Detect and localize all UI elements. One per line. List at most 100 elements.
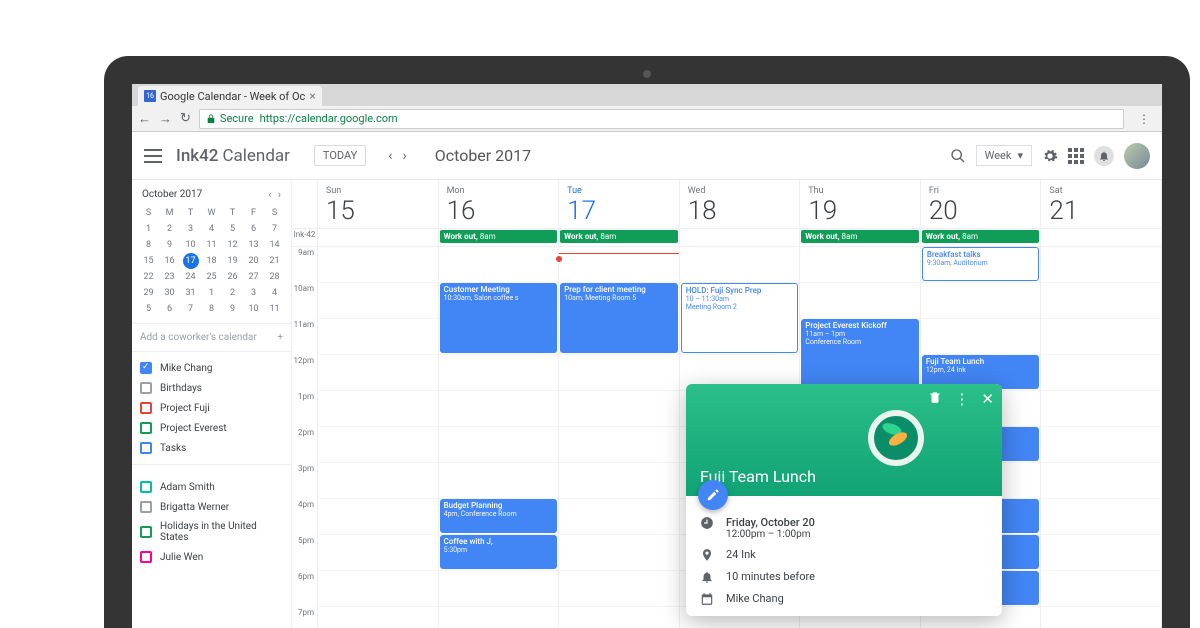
day-header[interactable]: Sun15 xyxy=(318,180,439,228)
hour-cell[interactable] xyxy=(1041,283,1162,319)
hour-cell[interactable] xyxy=(439,247,560,283)
day-header[interactable]: Tue17 xyxy=(559,180,680,228)
hour-cell[interactable]: Breakfast talks9:30am, Auditorium xyxy=(921,247,1042,283)
hour-cell[interactable] xyxy=(559,247,680,283)
tab-close-icon[interactable]: × xyxy=(309,89,315,103)
calendar-event[interactable]: Breakfast talks9:30am, Auditorium xyxy=(922,247,1040,281)
mini-day[interactable]: 11 xyxy=(264,301,285,317)
mini-calendar[interactable]: SMTWTFS123456789101112131415161718192021… xyxy=(138,205,285,317)
mini-day[interactable]: 31 xyxy=(180,285,201,301)
calendar-checkbox[interactable] xyxy=(140,362,152,374)
mini-day[interactable]: 19 xyxy=(222,253,243,269)
apps-icon[interactable] xyxy=(1068,148,1084,164)
calendar-list-item[interactable]: Adam Smith xyxy=(138,477,285,497)
calendar-list-item[interactable]: Brigatta Werner xyxy=(138,497,285,517)
hour-cell[interactable] xyxy=(1041,355,1162,391)
hour-cell[interactable] xyxy=(439,427,560,463)
reload-icon[interactable]: ↻ xyxy=(180,111,191,126)
day-header[interactable]: Thu19 xyxy=(800,180,921,228)
mini-day[interactable]: 18 xyxy=(201,253,222,269)
hour-cell[interactable] xyxy=(680,247,801,283)
hour-cell[interactable] xyxy=(439,319,560,355)
mini-day[interactable]: 10 xyxy=(243,301,264,317)
hour-cell[interactable] xyxy=(1041,247,1162,283)
hour-cell[interactable]: Budget Planning4pm, Conference Room xyxy=(439,499,560,535)
browser-tab[interactable]: 16 Google Calendar - Week of Oc × xyxy=(138,86,322,106)
mini-day[interactable]: 2 xyxy=(222,285,243,301)
mini-day[interactable]: 25 xyxy=(201,269,222,285)
allday-event[interactable]: Work out, 8am xyxy=(922,230,1040,243)
day-header[interactable]: Sat21 xyxy=(1041,180,1162,228)
mini-day[interactable]: 13 xyxy=(243,237,264,253)
browser-menu-icon[interactable]: ⋮ xyxy=(1138,112,1150,126)
hour-cell[interactable] xyxy=(800,247,921,283)
mini-day[interactable]: 1 xyxy=(201,285,222,301)
hour-cell[interactable] xyxy=(1041,427,1162,463)
hour-cell[interactable] xyxy=(559,391,680,427)
mini-day[interactable]: 24 xyxy=(180,269,201,285)
mini-day[interactable]: 4 xyxy=(201,221,222,237)
hour-cell[interactable] xyxy=(559,499,680,535)
calendar-list-item[interactable]: Holidays in the United States xyxy=(138,517,285,547)
mini-day[interactable]: 20 xyxy=(243,253,264,269)
mini-next-icon[interactable]: › xyxy=(278,188,281,201)
day-header[interactable]: Wed18 xyxy=(680,180,801,228)
hour-cell[interactable] xyxy=(439,463,560,499)
day-header[interactable]: Mon16 xyxy=(439,180,560,228)
forward-icon[interactable]: → xyxy=(159,111,172,127)
hour-cell[interactable]: Coffee with J,5:30pm xyxy=(439,535,560,571)
mini-day[interactable]: 12 xyxy=(222,237,243,253)
hour-cell[interactable] xyxy=(318,391,439,427)
back-icon[interactable]: ← xyxy=(138,111,151,127)
mini-day[interactable]: 7 xyxy=(180,301,201,317)
hour-cell[interactable] xyxy=(1041,463,1162,499)
hour-cell[interactable] xyxy=(1041,319,1162,355)
mini-day[interactable]: 7 xyxy=(264,221,285,237)
hour-cell[interactable] xyxy=(318,499,439,535)
mini-day[interactable]: 2 xyxy=(159,221,180,237)
mini-day[interactable]: 14 xyxy=(264,237,285,253)
mini-day[interactable]: 1 xyxy=(138,221,159,237)
mini-day[interactable]: 3 xyxy=(243,285,264,301)
hour-cell[interactable] xyxy=(1041,391,1162,427)
hour-cell[interactable]: Prep for client meeting10am, Meeting Roo… xyxy=(559,283,680,319)
calendar-list-item[interactable]: Project Everest xyxy=(138,418,285,438)
mini-prev-icon[interactable]: ‹ xyxy=(268,188,271,201)
hour-cell[interactable] xyxy=(680,319,801,355)
calendar-checkbox[interactable] xyxy=(140,481,152,493)
mini-day[interactable]: 29 xyxy=(138,285,159,301)
hour-cell[interactable] xyxy=(439,607,560,628)
next-period-icon[interactable]: › xyxy=(403,148,407,164)
hour-cell[interactable] xyxy=(1041,571,1162,607)
hour-cell[interactable]: Customer Meeting10:30am, Salon coffee sC… xyxy=(439,283,560,319)
mini-day[interactable]: 8 xyxy=(138,237,159,253)
calendar-checkbox[interactable] xyxy=(140,442,152,454)
omnibox[interactable]: Secure https://calendar.google.com xyxy=(199,109,1124,129)
hour-cell[interactable] xyxy=(439,391,560,427)
allday-event[interactable]: Work out, 8am xyxy=(560,230,678,243)
mini-day[interactable]: 5 xyxy=(138,301,159,317)
hour-cell[interactable] xyxy=(800,283,921,319)
hour-cell[interactable] xyxy=(559,427,680,463)
add-coworker-plus-icon[interactable]: + xyxy=(277,332,283,343)
calendar-event[interactable]: Budget Planning4pm, Conference Room xyxy=(440,499,558,533)
hour-cell[interactable] xyxy=(439,355,560,391)
view-select[interactable]: Week▾ xyxy=(976,145,1032,166)
hour-cell[interactable] xyxy=(1041,535,1162,571)
hour-cell[interactable] xyxy=(559,319,680,355)
mini-day[interactable]: 16 xyxy=(159,253,180,269)
hour-cell[interactable] xyxy=(318,535,439,571)
calendar-list-item[interactable]: Tasks xyxy=(138,438,285,458)
edit-event-fab[interactable] xyxy=(698,480,728,510)
hour-cell[interactable]: Project Everest Kickoff11am – 1pmConfere… xyxy=(800,319,921,355)
mini-day[interactable]: 10 xyxy=(180,237,201,253)
gear-icon[interactable] xyxy=(1042,148,1058,164)
hour-cell[interactable]: HOLD: Fuji Sync Prep10 – 11:30amMeeting … xyxy=(680,283,801,319)
mini-day[interactable]: 6 xyxy=(243,221,264,237)
hour-cell[interactable] xyxy=(1041,607,1162,628)
hour-cell[interactable] xyxy=(921,319,1042,355)
hour-cell[interactable] xyxy=(318,319,439,355)
prev-period-icon[interactable]: ‹ xyxy=(388,148,392,164)
hour-cell[interactable] xyxy=(559,571,680,607)
close-icon[interactable]: ✕ xyxy=(981,390,994,408)
